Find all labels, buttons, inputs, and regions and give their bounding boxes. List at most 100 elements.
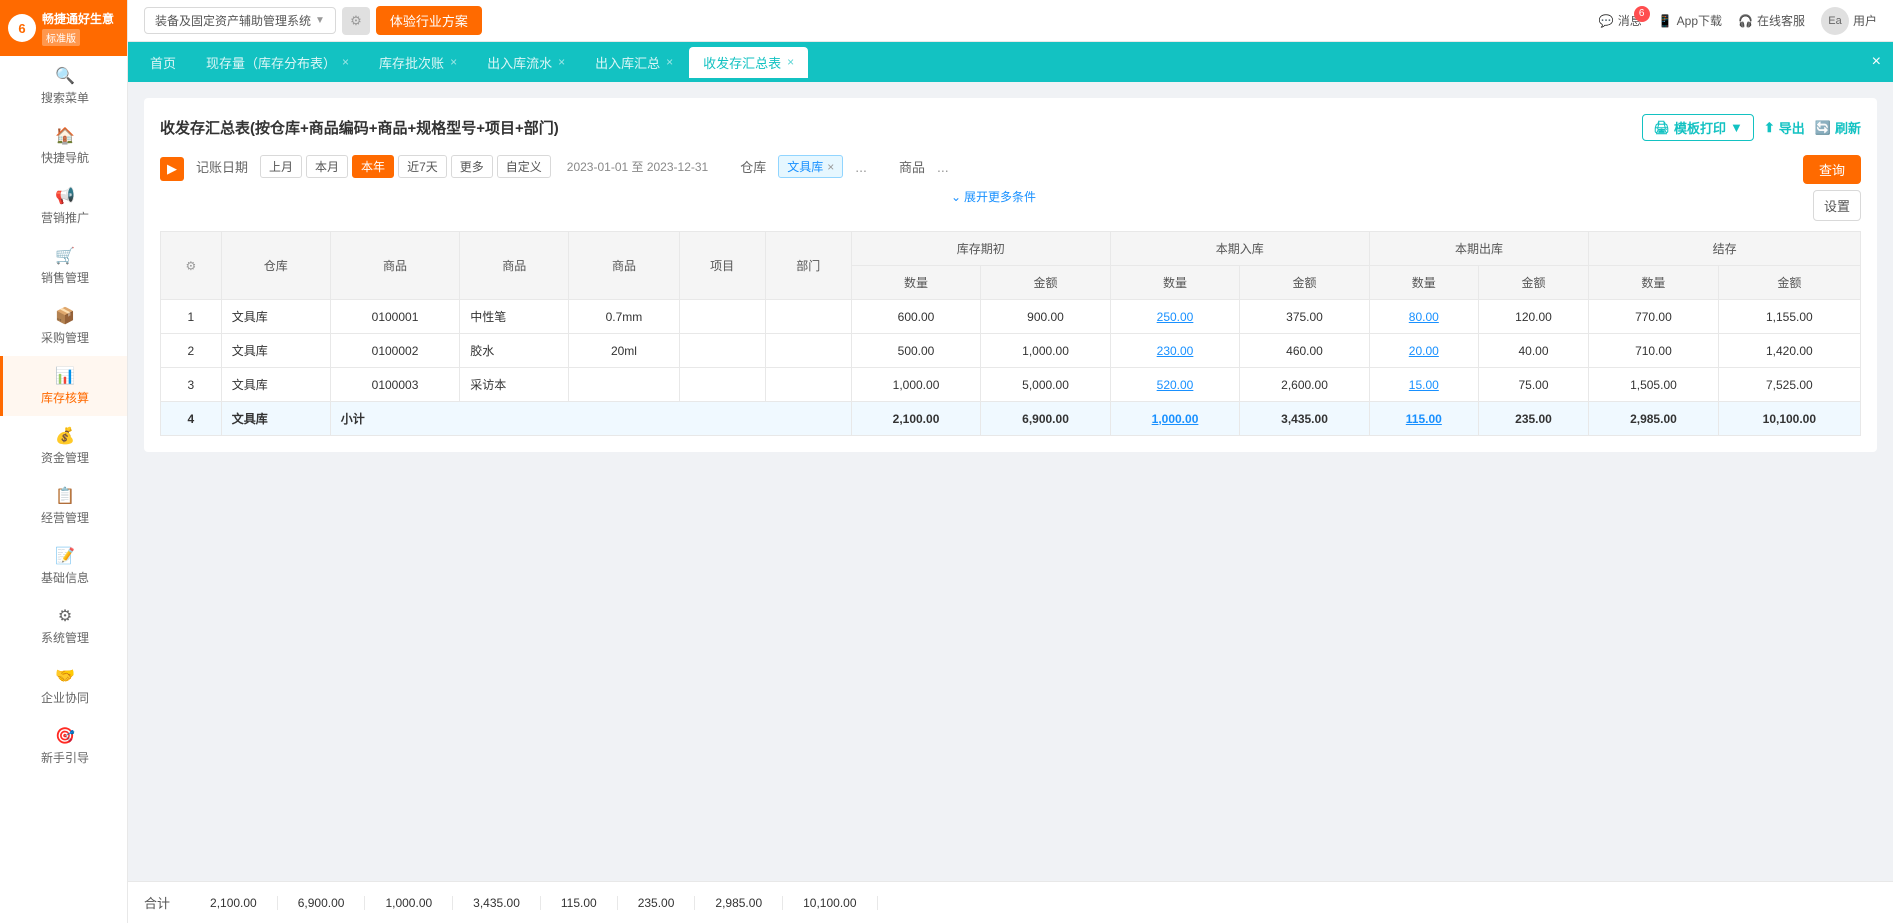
settings-gear-icon[interactable]: ⚙ bbox=[342, 7, 370, 35]
sidebar-item-operation[interactable]: 📋经营管理 bbox=[0, 476, 127, 536]
filter-collapse-button[interactable]: ▶ bbox=[160, 157, 184, 181]
cell-project-0 bbox=[679, 300, 765, 334]
cell-out-qty-0[interactable]: 80.00 bbox=[1369, 300, 1478, 334]
goods-more-icon[interactable]: ... bbox=[937, 159, 949, 175]
th-warehouse: 仓库 bbox=[221, 232, 330, 300]
tab-receive-summary[interactable]: 收发存汇总表 × bbox=[689, 47, 808, 78]
main-card: 收发存汇总表(按仓库+商品编码+商品+规格型号+项目+部门) 🖨 模板打印 ▼ … bbox=[144, 98, 1877, 452]
tab-inventory-dist[interactable]: 现存量（库存分布表） × bbox=[192, 47, 363, 78]
cell-in-amt-0: 375.00 bbox=[1240, 300, 1370, 334]
cell-out-qty-1[interactable]: 20.00 bbox=[1369, 334, 1478, 368]
cell-opening-qty-0: 600.00 bbox=[851, 300, 981, 334]
cell-closing-qty-2: 1,505.00 bbox=[1589, 368, 1719, 402]
logo-app-name: 畅捷通好生意 bbox=[42, 10, 114, 27]
th-group-in: 本期入库 bbox=[1110, 232, 1369, 266]
total-in-qty: 1,000.00 bbox=[365, 896, 453, 910]
tab-in-out-flow[interactable]: 出入库流水 × bbox=[473, 47, 579, 78]
cell-name-2: 采访本 bbox=[460, 368, 569, 402]
marketing-icon: 📢 bbox=[55, 186, 75, 206]
tab-close-receive-summary[interactable]: × bbox=[787, 55, 794, 69]
subtotal-no: 4 bbox=[161, 402, 222, 436]
sidebar-item-quick-nav[interactable]: 🏠快捷导航 bbox=[0, 116, 127, 176]
tab-close-batch-ledger[interactable]: × bbox=[450, 55, 457, 69]
date-btn-5[interactable]: 自定义 bbox=[497, 155, 551, 178]
date-btn-0[interactable]: 上月 bbox=[260, 155, 302, 178]
cell-no-2: 3 bbox=[161, 368, 222, 402]
filter-settings-button[interactable]: 设置 bbox=[1813, 190, 1861, 221]
table-row-2: 3 文具库 0100003 采访本 1,000.00 5,000.00 520.… bbox=[161, 368, 1861, 402]
sidebar-item-inventory[interactable]: 📊库存核算 bbox=[0, 356, 127, 416]
guide-icon: 🎯 bbox=[55, 726, 75, 746]
export-button[interactable]: ⬆ 导出 bbox=[1764, 118, 1805, 137]
date-btn-3[interactable]: 近7天 bbox=[398, 155, 447, 178]
template-print-button[interactable]: 🖨 模板打印 ▼ bbox=[1642, 114, 1753, 141]
cell-closing-qty-0: 770.00 bbox=[1589, 300, 1719, 334]
sidebar-item-marketing[interactable]: 📢营销推广 bbox=[0, 176, 127, 236]
expand-more-button[interactable]: ⌄ 展开更多条件 bbox=[951, 188, 1036, 205]
refresh-label: 刷新 bbox=[1835, 118, 1861, 137]
warehouse-more-icon[interactable]: ... bbox=[855, 159, 867, 175]
sidebar-item-guide[interactable]: 🎯新手引导 bbox=[0, 716, 127, 776]
system-selector[interactable]: 装备及固定资产辅助管理系统 ▼ bbox=[144, 7, 336, 34]
subtotal-in-qty[interactable]: 1,000.00 bbox=[1110, 402, 1240, 436]
message-action[interactable]: 💬 消息 6 bbox=[1599, 12, 1642, 29]
total-closing-amt: 10,100.00 bbox=[783, 896, 877, 910]
date-btn-4[interactable]: 更多 bbox=[451, 155, 493, 178]
export-label: 导出 bbox=[1779, 118, 1805, 137]
sidebar-item-sales[interactable]: 🛒销售管理 bbox=[0, 236, 127, 296]
cell-closing-amt-1: 1,420.00 bbox=[1718, 334, 1860, 368]
search-icon: 🔍 bbox=[55, 66, 75, 86]
cell-name-1: 胶水 bbox=[460, 334, 569, 368]
online-service-action[interactable]: 🎧 在线客服 bbox=[1738, 12, 1805, 29]
tab-close-in-out-summary[interactable]: × bbox=[666, 55, 673, 69]
tab-label-in-out-flow: 出入库流水 bbox=[487, 53, 552, 72]
tab-home[interactable]: 首页 bbox=[136, 47, 190, 78]
th-out-qty: 数量 bbox=[1369, 266, 1478, 300]
cell-in-qty-2[interactable]: 520.00 bbox=[1110, 368, 1240, 402]
filter-container: ▶ 记账日期 上月本月本年近7天更多自定义 2023-01-01 至 2023-… bbox=[160, 155, 1861, 221]
sales-icon: 🛒 bbox=[55, 246, 75, 266]
cell-in-qty-0[interactable]: 250.00 bbox=[1110, 300, 1240, 334]
th-goods-name: 商品 bbox=[460, 232, 569, 300]
cell-warehouse-2: 文具库 bbox=[221, 368, 330, 402]
subtotal-closing-qty: 2,985.00 bbox=[1589, 402, 1719, 436]
chevron-down-icon: ▼ bbox=[315, 15, 325, 26]
app-download-action[interactable]: 📱 App下载 bbox=[1658, 12, 1722, 29]
tab-close-in-out-flow[interactable]: × bbox=[558, 55, 565, 69]
close-all-tabs-button[interactable]: × bbox=[1868, 49, 1885, 75]
try-industry-button[interactable]: 体验行业方案 bbox=[376, 6, 482, 35]
table-gear-icon[interactable]: ⚙ bbox=[185, 259, 196, 273]
cell-opening-amt-2: 5,000.00 bbox=[981, 368, 1111, 402]
cell-warehouse-1: 文具库 bbox=[221, 334, 330, 368]
refresh-button[interactable]: 🔄 刷新 bbox=[1815, 118, 1861, 137]
date-btn-2[interactable]: 本年 bbox=[352, 155, 394, 178]
cell-closing-qty-1: 710.00 bbox=[1589, 334, 1719, 368]
assets-icon: 💰 bbox=[55, 426, 75, 446]
subtotal-out-qty[interactable]: 115.00 bbox=[1369, 402, 1478, 436]
cell-in-qty-1[interactable]: 230.00 bbox=[1110, 334, 1240, 368]
purchase-icon: 📦 bbox=[55, 306, 75, 326]
headset-icon: 🎧 bbox=[1738, 14, 1753, 28]
th-group-opening: 库存期初 bbox=[851, 232, 1110, 266]
inventory-icon: 📊 bbox=[55, 366, 75, 386]
total-opening-qty: 2,100.00 bbox=[190, 896, 278, 910]
tab-close-inventory-dist[interactable]: × bbox=[342, 55, 349, 69]
cell-out-qty-2[interactable]: 15.00 bbox=[1369, 368, 1478, 402]
topbar-actions: 💬 消息 6 📱 App下载 🎧 在线客服 Ea 用户 bbox=[1599, 7, 1877, 35]
sidebar-item-basic-info[interactable]: 📝基础信息 bbox=[0, 536, 127, 596]
subtotal-out-amt: 235.00 bbox=[1478, 402, 1588, 436]
tab-batch-ledger[interactable]: 库存批次账 × bbox=[365, 47, 471, 78]
user-action[interactable]: Ea 用户 bbox=[1821, 7, 1877, 35]
sidebar-item-system[interactable]: ⚙系统管理 bbox=[0, 596, 127, 656]
query-button[interactable]: 查询 bbox=[1803, 155, 1861, 184]
sidebar-item-assets[interactable]: 💰资金管理 bbox=[0, 416, 127, 476]
sidebar-item-search[interactable]: 🔍搜索菜单 bbox=[0, 56, 127, 116]
th-settings[interactable]: ⚙ bbox=[161, 232, 222, 300]
sidebar-item-purchase[interactable]: 📦采购管理 bbox=[0, 296, 127, 356]
sidebar-label-basic-info: 基础信息 bbox=[41, 569, 89, 586]
tab-in-out-summary[interactable]: 出入库汇总 × bbox=[581, 47, 687, 78]
date-btn-1[interactable]: 本月 bbox=[306, 155, 348, 178]
tab-label-receive-summary: 收发存汇总表 bbox=[703, 53, 781, 72]
warehouse-remove-icon[interactable]: × bbox=[827, 160, 834, 174]
sidebar-item-cooperation[interactable]: 🤝企业协同 bbox=[0, 656, 127, 716]
